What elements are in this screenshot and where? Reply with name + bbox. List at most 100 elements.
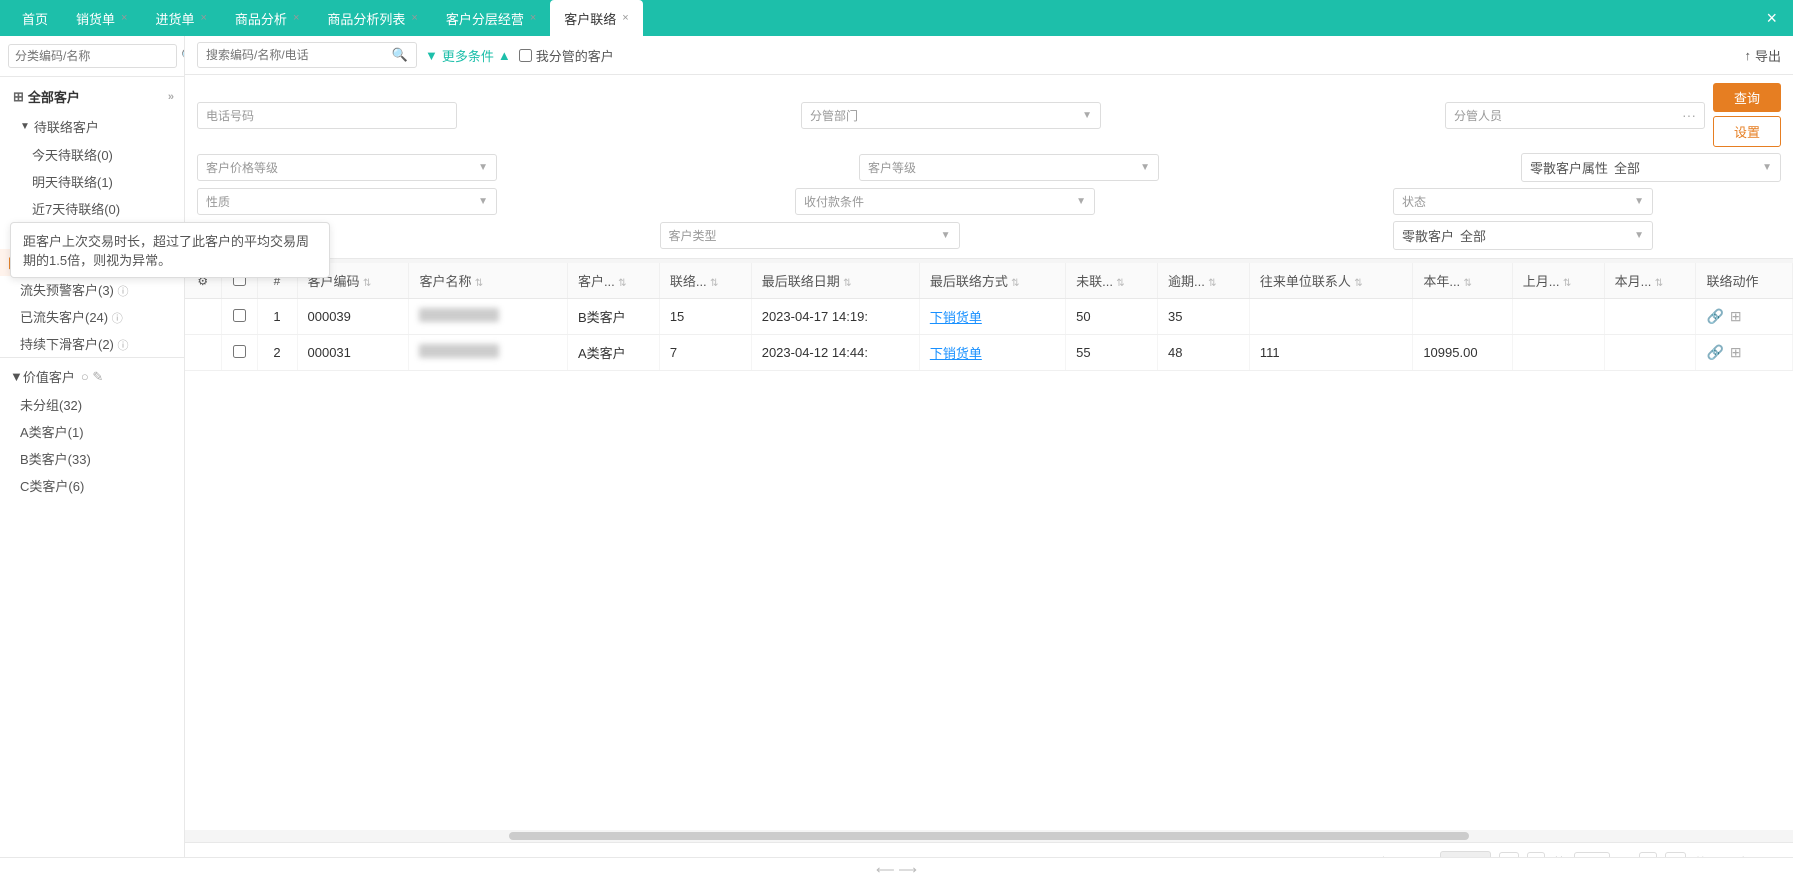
nav-item-sales[interactable]: 销货单 × — [62, 0, 141, 36]
col-overdue[interactable]: 逾期... ⇅ — [1157, 263, 1249, 299]
close-sales-icon[interactable]: × — [121, 12, 127, 24]
col-customer-type[interactable]: 客户... ⇅ — [567, 263, 659, 299]
nav-item-analysis-list[interactable]: 商品分析列表 × — [313, 0, 431, 36]
filter-scatter-attr[interactable]: 零散客户属性 全部 ▼ — [1521, 153, 1781, 182]
filter-price-level[interactable]: 客户价格等级 ▼ — [197, 154, 497, 181]
sidebar-item-churn-warning[interactable]: 流失预警客户(3) ⓘ — [0, 276, 184, 303]
row1-actions: 🔗 ⊞ — [1696, 299, 1793, 335]
content-area: 🔍 ▼ 更多条件 ▲ 我分管的客户 ↑ 导出 — [185, 36, 1793, 881]
sidebar-item-type-b[interactable]: B类客户(33) — [0, 445, 184, 472]
search-icon[interactable]: 🔍 — [392, 47, 408, 63]
sidebar-item-ungrouped[interactable]: 未分组(32) — [0, 391, 184, 418]
filter-customer-level[interactable]: 客户等级 ▼ — [859, 154, 1159, 181]
dropdown-arrow-icon7: ▼ — [1634, 196, 1644, 207]
settings-button[interactable]: 设置 — [1713, 116, 1781, 147]
nav-item-customer-tier[interactable]: 客户分层经营 × — [432, 0, 550, 36]
close-window-btn[interactable]: × — [1758, 8, 1785, 29]
filter-nature[interactable]: 性质 ▼ — [197, 188, 497, 215]
close-contact-icon[interactable]: × — [622, 12, 628, 24]
nav-item-analysis[interactable]: 商品分析 × — [221, 0, 313, 36]
sidebar-search-area: 🔍 — [0, 36, 184, 77]
chevron-up-icon: ▲ — [498, 48, 511, 63]
row1-year — [1413, 299, 1512, 335]
close-purchase-icon[interactable]: × — [200, 12, 206, 24]
toolbar: 🔍 ▼ 更多条件 ▲ 我分管的客户 ↑ 导出 — [185, 36, 1793, 75]
filter-person[interactable]: 分管人员 ··· — [1445, 102, 1705, 129]
filter-scatter-customer[interactable]: 零散客户 全部 ▼ — [1393, 221, 1653, 250]
col-last-contact-method[interactable]: 最后联络方式 ⇅ — [919, 263, 1065, 299]
waiting-contact-header[interactable]: ▼ 待联络客户 — [12, 112, 184, 141]
col-name[interactable]: 客户名称 ⇅ — [409, 263, 568, 299]
row1-contact-person — [1249, 299, 1412, 335]
filter-row-1: 电话号码 分管部门 ▼ 分管人员 ··· 查询 设置 — [197, 83, 1781, 147]
row2-name — [409, 335, 568, 371]
sidebar-item-churned[interactable]: 已流失客户(24) ⓘ — [0, 303, 184, 330]
sidebar-item-7days[interactable]: 近7天待联络(0) — [12, 195, 184, 222]
row2-last-date: 2023-04-12 14:44: — [751, 335, 919, 371]
col-contact-person[interactable]: 往来单位联系人 ⇅ — [1249, 263, 1412, 299]
filter-customer-type[interactable]: 客户类型 ▼ — [660, 222, 960, 249]
row2-checkbox-cell[interactable] — [221, 335, 257, 371]
sidebar-item-type-c[interactable]: C类客户(6) — [0, 472, 184, 499]
col-not-contacted[interactable]: 未联... ⇅ — [1066, 263, 1158, 299]
sidebar-item-declining[interactable]: 持续下滑客户(2) ⓘ — [0, 330, 184, 357]
row1-checkbox-cell[interactable] — [221, 299, 257, 335]
filter-payment[interactable]: 收付款条件 ▼ — [795, 188, 1095, 215]
col-last-month[interactable]: 上月... ⇅ — [1512, 263, 1604, 299]
more-conditions-btn[interactable]: ▼ 更多条件 ▲ — [425, 46, 511, 65]
row1-grid-icon[interactable]: ⊞ — [1730, 308, 1742, 325]
sidebar-all-customers[interactable]: ⊞ 全部客户 » — [0, 81, 184, 112]
row1-last-month — [1512, 299, 1604, 335]
sort-icon-method: ⇅ — [1011, 278, 1019, 289]
sort-icon-code: ⇅ — [363, 278, 371, 289]
sidebar-item-type-a[interactable]: A类客户(1) — [0, 418, 184, 445]
dropdown-arrow-icon8: ▼ — [941, 230, 951, 241]
search-box: 🔍 — [197, 42, 417, 68]
col-last-contact-date[interactable]: 最后联络日期 ⇅ — [751, 263, 919, 299]
table-row: 2 000031 A类客户 7 — [185, 335, 1793, 371]
export-btn[interactable]: ↑ 导出 — [1744, 46, 1781, 65]
sidebar-tree: ⊞ 全部客户 » ▼ 待联络客户 今天待联络(0) 明天待联络(1) 近7天待联… — [0, 77, 184, 881]
row2-checkbox[interactable] — [233, 345, 246, 358]
filter-status[interactable]: 状态 ▼ — [1393, 188, 1653, 215]
sidebar-resize-handle[interactable]: ⟵ ⟶ — [0, 857, 185, 881]
dropdown-arrow-icon: ▼ — [1082, 110, 1092, 121]
filter-phone[interactable]: 电话号码 — [197, 102, 457, 129]
nav-item-customer-contact[interactable]: 客户联络 × — [550, 0, 642, 36]
search-input[interactable] — [206, 48, 392, 62]
row2-contact-person: 111 — [1249, 335, 1412, 371]
close-tier-icon[interactable]: × — [530, 12, 536, 24]
sidebar-value-section: ▼ 价值客户 ○ ✎ 未分组(32) A类客户(1) B类客户(33) C类客户… — [0, 357, 184, 503]
col-current-year[interactable]: 本年... ⇅ — [1413, 263, 1512, 299]
nav-item-home[interactable]: 首页 — [8, 0, 62, 36]
sidebar-search-input[interactable] — [8, 44, 177, 68]
filter-department[interactable]: 分管部门 ▼ — [801, 102, 1101, 129]
dropdown-arrow-icon5: ▼ — [478, 196, 488, 207]
nav-item-purchase[interactable]: 进货单 × — [141, 0, 220, 36]
horizontal-scrollbar[interactable] — [185, 830, 1793, 842]
edit-icon[interactable]: ✎ — [92, 369, 103, 384]
filter-icon: ▼ — [425, 48, 438, 63]
circle-icon[interactable]: ○ — [81, 369, 89, 384]
collapse-icon[interactable]: » — [168, 91, 174, 103]
row2-link-icon[interactable]: 🔗 — [1706, 344, 1723, 361]
close-analysis-list-icon[interactable]: × — [411, 12, 417, 24]
col-contact-count[interactable]: 联络... ⇅ — [659, 263, 751, 299]
scroll-thumb[interactable] — [509, 832, 1469, 840]
row1-link-icon[interactable]: 🔗 — [1706, 308, 1723, 325]
col-current-month[interactable]: 本月... ⇅ — [1604, 263, 1696, 299]
row2-current-month — [1604, 335, 1696, 371]
my-customers-filter: 我分管的客户 — [519, 46, 614, 65]
sidebar-item-tomorrow[interactable]: 明天待联络(1) — [12, 168, 184, 195]
my-customers-checkbox[interactable] — [519, 49, 532, 62]
row2-grid-icon[interactable]: ⊞ — [1730, 344, 1742, 361]
sidebar-item-today[interactable]: 今天待联络(0) — [12, 141, 184, 168]
edit-icons: ○ ✎ — [81, 369, 103, 385]
row1-checkbox[interactable] — [233, 309, 246, 322]
close-analysis-icon[interactable]: × — [293, 12, 299, 24]
value-customer-header[interactable]: ▼ 价值客户 ○ ✎ — [0, 362, 184, 391]
more-icon[interactable]: ··· — [1682, 107, 1696, 123]
row2-last-method[interactable]: 下销货单 — [919, 335, 1065, 371]
query-button[interactable]: 查询 — [1713, 83, 1781, 112]
row1-last-method[interactable]: 下销货单 — [919, 299, 1065, 335]
